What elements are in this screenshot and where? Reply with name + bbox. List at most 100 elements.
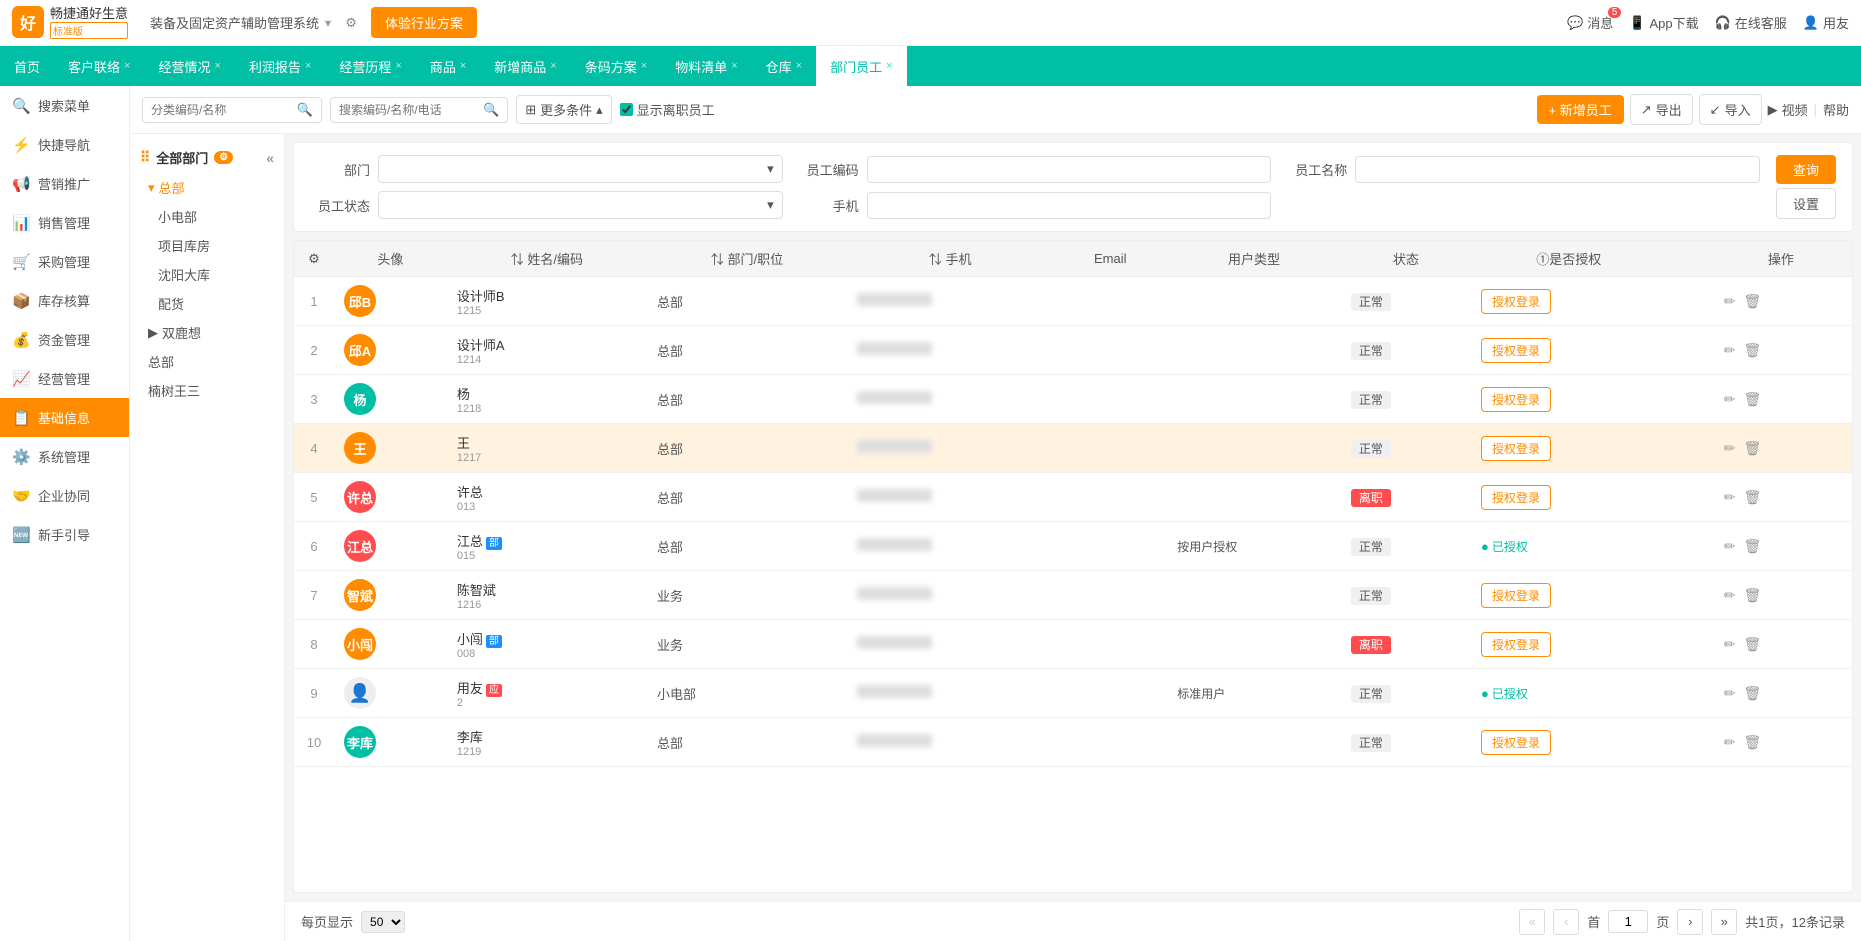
export-button[interactable]: ↗ 导出	[1630, 94, 1693, 125]
authorize-button[interactable]: 授权登录	[1481, 632, 1551, 657]
close-icon[interactable]: ×	[550, 60, 556, 72]
dept-item-project-warehouse[interactable]: 项目库房	[130, 231, 284, 260]
th-settings[interactable]: ⚙	[294, 241, 334, 277]
sidebar-item-finance[interactable]: 💰 资金管理	[0, 320, 129, 359]
close-icon[interactable]: ×	[460, 60, 466, 72]
dept-item-hq2[interactable]: 总部	[130, 347, 284, 376]
tab-department[interactable]: 部门员工×	[816, 46, 906, 86]
prev-page-button[interactable]: ‹	[1553, 909, 1579, 935]
th-dept[interactable]: ⇅ 部门/职位	[647, 241, 847, 277]
try-button[interactable]: 体验行业方案	[371, 7, 477, 38]
last-page-button[interactable]: »	[1711, 909, 1737, 935]
edit-button[interactable]: ✏	[1720, 732, 1740, 753]
dept-item-shenyang[interactable]: 沈阳大库	[130, 260, 284, 289]
video-button[interactable]: ▶ 视频	[1768, 100, 1808, 119]
sidebar-item-inventory[interactable]: 📦 库存核算	[0, 281, 129, 320]
tab-warehouse[interactable]: 仓库×	[752, 46, 816, 86]
edit-button[interactable]: ✏	[1720, 585, 1740, 606]
delete-button[interactable]: 🗑	[1740, 291, 1766, 312]
close-icon[interactable]: ×	[395, 60, 401, 72]
edit-button[interactable]: ✏	[1720, 438, 1740, 459]
search-code-input[interactable]	[339, 103, 479, 117]
search-input[interactable]	[151, 103, 293, 117]
show-resigned-checkbox[interactable]	[620, 103, 633, 116]
search-box[interactable]: 🔍	[142, 97, 322, 123]
next-page-button[interactable]: ›	[1677, 909, 1703, 935]
delete-button[interactable]: 🗑	[1740, 487, 1766, 508]
download-button[interactable]: 📱 App下载	[1629, 13, 1698, 32]
edit-button[interactable]: ✏	[1720, 683, 1740, 704]
import-button[interactable]: ↙ 导入	[1699, 94, 1762, 125]
emp-status-select[interactable]: ▾	[378, 191, 783, 219]
edit-button[interactable]: ✏	[1720, 389, 1740, 410]
dept-item-shuanglu[interactable]: ▶ 双鹿想	[130, 318, 284, 347]
collapse-button[interactable]: «	[266, 150, 274, 166]
authorize-button[interactable]: 授权登录	[1481, 583, 1551, 608]
sidebar-item-marketing[interactable]: 📢 营销推广	[0, 164, 129, 203]
th-name[interactable]: ⇅ 姓名/编码	[447, 241, 647, 277]
tab-bom[interactable]: 物料清单×	[661, 46, 751, 86]
tab-goods[interactable]: 商品×	[416, 46, 480, 86]
authorize-button[interactable]: 授权登录	[1481, 289, 1551, 314]
edit-button[interactable]: ✏	[1720, 487, 1740, 508]
dept-select[interactable]: ▾	[378, 155, 783, 183]
delete-button[interactable]: 🗑	[1740, 634, 1766, 655]
tab-customer[interactable]: 客户联络×	[54, 46, 144, 86]
add-employee-button[interactable]: + 新增员工	[1537, 95, 1624, 124]
close-icon[interactable]: ×	[731, 60, 737, 72]
message-button[interactable]: 💬 消息 5	[1567, 13, 1613, 32]
search-phone-box[interactable]: 🔍	[330, 97, 508, 123]
th-phone[interactable]: ⇅ 手机	[847, 241, 1053, 277]
edit-button[interactable]: ✏	[1720, 340, 1740, 361]
first-page-button[interactable]: «	[1519, 909, 1545, 935]
support-button[interactable]: 🎧 在线客服	[1715, 13, 1787, 32]
help-button[interactable]: 帮助	[1823, 100, 1849, 119]
tab-barcode[interactable]: 条码方案×	[571, 46, 661, 86]
emp-code-input[interactable]	[867, 156, 1272, 183]
delete-button[interactable]: 🗑	[1740, 536, 1766, 557]
dept-item-general[interactable]: ▾ 总部	[130, 173, 284, 202]
delete-button[interactable]: 🗑	[1740, 389, 1766, 410]
authorize-button[interactable]: 授权登录	[1481, 387, 1551, 412]
chevron-down-icon[interactable]: ▾	[325, 16, 331, 30]
close-icon[interactable]: ×	[641, 60, 647, 72]
delete-button[interactable]: 🗑	[1740, 732, 1766, 753]
edit-button[interactable]: ✏	[1720, 634, 1740, 655]
dept-item-distribution[interactable]: 配货	[130, 289, 284, 318]
delete-button[interactable]: 🗑	[1740, 340, 1766, 361]
edit-button[interactable]: ✏	[1720, 536, 1740, 557]
show-resigned-label[interactable]: 显示离职员工	[620, 100, 715, 119]
tab-home[interactable]: 首页	[0, 46, 54, 86]
sidebar-item-guide[interactable]: 🆕 新手引导	[0, 515, 129, 554]
per-page-select[interactable]: 50	[361, 911, 405, 933]
sidebar-item-search[interactable]: 🔍 搜索菜单	[0, 86, 129, 125]
phone-input[interactable]	[867, 192, 1272, 219]
authorize-button[interactable]: 授权登录	[1481, 485, 1551, 510]
close-icon[interactable]: ×	[124, 60, 130, 72]
delete-button[interactable]: 🗑	[1740, 438, 1766, 459]
delete-button[interactable]: 🗑	[1740, 683, 1766, 704]
authorize-button[interactable]: 授权登录	[1481, 338, 1551, 363]
dept-item-nanshuwang[interactable]: 楠树王三	[130, 376, 284, 405]
sidebar-item-system[interactable]: ⚙️ 系统管理	[0, 437, 129, 476]
emp-name-input[interactable]	[1355, 156, 1760, 183]
tab-history[interactable]: 经营历程×	[325, 46, 415, 86]
sidebar-item-management[interactable]: 📈 经营管理	[0, 359, 129, 398]
page-input[interactable]	[1608, 910, 1648, 933]
close-icon[interactable]: ×	[886, 60, 892, 72]
authorize-button[interactable]: 授权登录	[1481, 730, 1551, 755]
dept-item-small-electric[interactable]: 小电部	[130, 202, 284, 231]
tab-newgoods[interactable]: 新增商品×	[480, 46, 570, 86]
sidebar-item-purchase[interactable]: 🛒 采购管理	[0, 242, 129, 281]
close-icon[interactable]: ×	[214, 60, 220, 72]
delete-button[interactable]: 🗑	[1740, 585, 1766, 606]
edit-button[interactable]: ✏	[1720, 291, 1740, 312]
user-button[interactable]: 👤 用友	[1803, 13, 1849, 32]
authorize-button[interactable]: 授权登录	[1481, 436, 1551, 461]
sidebar-item-sales[interactable]: 📊 销售管理	[0, 203, 129, 242]
close-icon[interactable]: ×	[796, 60, 802, 72]
close-icon[interactable]: ×	[305, 60, 311, 72]
tab-operation[interactable]: 经营情况×	[144, 46, 234, 86]
set-button[interactable]: 设置	[1776, 188, 1836, 219]
more-filter-button[interactable]: ⊞ 更多条件 ▴	[516, 95, 611, 124]
